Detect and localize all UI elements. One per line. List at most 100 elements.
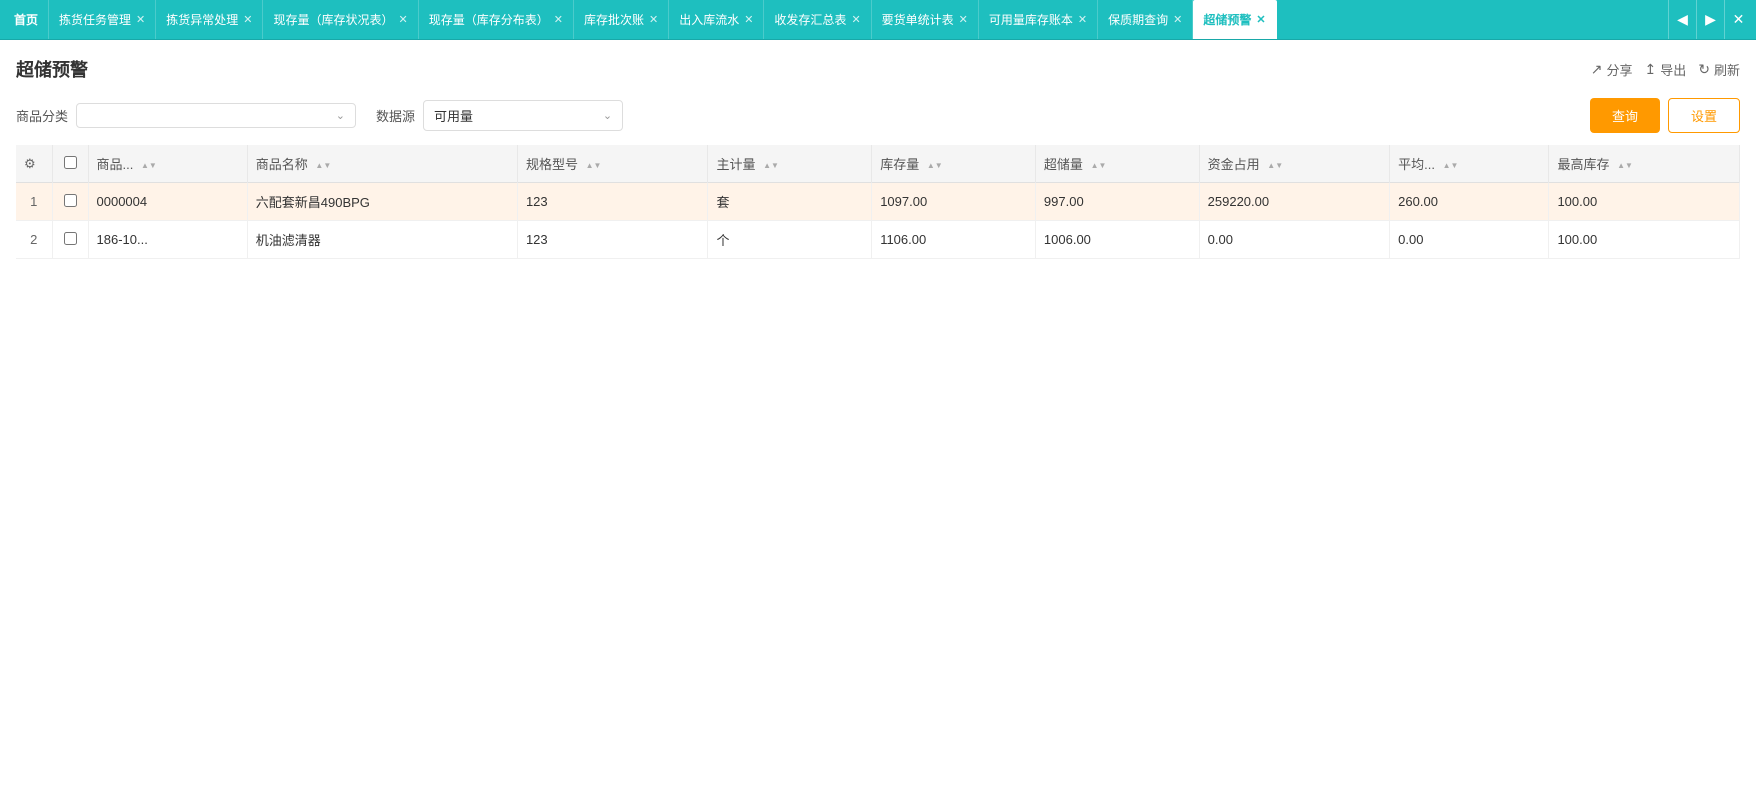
qualityDate-tab-label: 保质期查询 <box>1108 11 1168 28</box>
nav-tab-overStock[interactable]: 超储预警 ✕ <box>1193 0 1276 40</box>
row-capital: 259220.00 <box>1199 183 1390 221</box>
datasource-select[interactable]: 可用量 ⌄ <box>423 100 623 131</box>
row-capital: 0.00 <box>1199 221 1390 259</box>
home-tab-label: 首页 <box>14 11 38 28</box>
col-spec: 规格型号 ▲▼ <box>517 145 708 183</box>
export-button[interactable]: ↥ 导出 <box>1645 60 1687 79</box>
nav-tab-lhTask[interactable]: 拣货任务管理 ✕ <box>49 0 156 40</box>
inventoryStatus-close-icon[interactable]: ✕ <box>399 13 408 26</box>
share-icon: ↗ <box>1591 61 1603 78</box>
settings-button[interactable]: 设置 <box>1668 98 1740 133</box>
row-checkbox[interactable] <box>64 232 77 245</box>
nav-tab-inventoryStatus[interactable]: 现存量（库存状况表） ✕ <box>263 0 418 40</box>
page-title: 超储预警 <box>16 56 88 82</box>
col-product-name-sort-icon[interactable]: ▲▼ <box>315 162 331 170</box>
lhAbnormal-close-icon[interactable]: ✕ <box>243 13 252 26</box>
product-category-label: 商品分类 <box>16 106 68 125</box>
refresh-icon: ↻ <box>1698 61 1710 78</box>
overStock-tab-label: 超储预警 <box>1203 11 1251 28</box>
row-checkbox-cell <box>52 183 88 221</box>
nav-prev-button[interactable]: ◀ <box>1668 0 1696 40</box>
col-inventory-sort-icon[interactable]: ▲▼ <box>927 162 943 170</box>
col-inventory-label: 库存量 <box>880 157 919 172</box>
filter-row: 商品分类 ⌄ 数据源 可用量 ⌄ 查询 设置 <box>16 98 1740 133</box>
page-header: 超储预警 ↗ 分享 ↥ 导出 ↻ 刷新 <box>16 56 1740 82</box>
row-overstock: 1006.00 <box>1035 221 1199 259</box>
col-product-name-label: 商品名称 <box>256 157 308 172</box>
nav-tab-recvSend[interactable]: 收发存汇总表 ✕ <box>764 0 871 40</box>
col-product-code: 商品... ▲▼ <box>88 145 247 183</box>
nav-tab-availQty[interactable]: 可用量库存账本 ✕ <box>979 0 1098 40</box>
select-all-checkbox[interactable] <box>64 156 77 169</box>
table-body: 1 0000004 六配套新昌490BPG 123 套 1097.00 997.… <box>16 183 1740 259</box>
inventoryDist-close-icon[interactable]: ✕ <box>554 13 563 26</box>
nav-tab-home[interactable]: 首页 <box>4 0 49 40</box>
col-max-inventory-sort-icon[interactable]: ▲▼ <box>1617 162 1633 170</box>
col-product-name: 商品名称 ▲▼ <box>247 145 517 183</box>
datasource-value: 可用量 <box>434 106 473 125</box>
ioFlow-close-icon[interactable]: ✕ <box>744 13 753 26</box>
col-gear: ⚙ <box>16 145 52 183</box>
row-checkbox[interactable] <box>64 194 77 207</box>
row-unit: 个 <box>708 221 872 259</box>
row-product-code: 186-10... <box>88 221 247 259</box>
row-number: 1 <box>16 183 52 221</box>
top-nav: 首页 拣货任务管理 ✕ 拣货异常处理 ✕ 现存量（库存状况表） ✕ 现存量（库存… <box>0 0 1756 40</box>
lhTask-tab-label: 拣货任务管理 <box>59 11 131 28</box>
col-spec-sort-icon[interactable]: ▲▼ <box>586 162 602 170</box>
col-capital: 资金占用 ▲▼ <box>1199 145 1390 183</box>
col-overstock-sort-icon[interactable]: ▲▼ <box>1091 162 1107 170</box>
nav-next-button[interactable]: ▶ <box>1696 0 1724 40</box>
col-inventory: 库存量 ▲▼ <box>872 145 1036 183</box>
col-capital-sort-icon[interactable]: ▲▼ <box>1267 162 1283 170</box>
lhTask-close-icon[interactable]: ✕ <box>136 13 145 26</box>
filter-buttons: 查询 设置 <box>1590 98 1740 133</box>
refresh-label: 刷新 <box>1714 60 1740 79</box>
share-label: 分享 <box>1606 60 1632 79</box>
datasource-filter: 数据源 可用量 ⌄ <box>376 100 623 131</box>
nav-tab-qualityDate[interactable]: 保质期查询 ✕ <box>1098 0 1193 40</box>
refresh-button[interactable]: ↻ 刷新 <box>1698 60 1740 79</box>
orderStat-close-icon[interactable]: ✕ <box>959 13 968 26</box>
col-avg-label: 平均... <box>1398 157 1435 172</box>
col-avg-sort-icon[interactable]: ▲▼ <box>1443 162 1459 170</box>
gear-icon[interactable]: ⚙ <box>24 156 36 171</box>
share-button[interactable]: ↗ 分享 <box>1591 60 1633 79</box>
inventoryDist-tab-label: 现存量（库存分布表） <box>429 11 549 28</box>
col-product-code-sort-icon[interactable]: ▲▼ <box>141 162 157 170</box>
datasource-label: 数据源 <box>376 106 415 125</box>
row-checkbox-cell <box>52 221 88 259</box>
col-unit-sort-icon[interactable]: ▲▼ <box>763 162 779 170</box>
availQty-close-icon[interactable]: ✕ <box>1078 13 1087 26</box>
row-product-code: 0000004 <box>88 183 247 221</box>
inventoryStatus-tab-label: 现存量（库存状况表） <box>273 11 393 28</box>
row-product-name: 六配套新昌490BPG <box>247 183 517 221</box>
query-button[interactable]: 查询 <box>1590 98 1660 133</box>
nav-arrows: ◀ ▶ ✕ <box>1668 0 1752 40</box>
col-max-inventory: 最高库存 ▲▼ <box>1549 145 1740 183</box>
nav-tab-lhAbnormal[interactable]: 拣货异常处理 ✕ <box>156 0 263 40</box>
recvSend-close-icon[interactable]: ✕ <box>851 13 860 26</box>
overStock-close-icon[interactable]: ✕ <box>1256 13 1265 26</box>
nav-tab-orderStat[interactable]: 要货单统计表 ✕ <box>872 0 979 40</box>
row-unit: 套 <box>708 183 872 221</box>
recvSend-tab-label: 收发存汇总表 <box>774 11 846 28</box>
availQty-tab-label: 可用量库存账本 <box>989 11 1073 28</box>
data-table: ⚙ 商品... ▲▼ 商品名称 ▲▼ 规格型号 ▲▼ 主计 <box>16 145 1740 259</box>
qualityDate-close-icon[interactable]: ✕ <box>1173 13 1182 26</box>
nav-tab-inventoryDist[interactable]: 现存量（库存分布表） ✕ <box>419 0 574 40</box>
nav-close-all-button[interactable]: ✕ <box>1724 0 1752 40</box>
col-unit: 主计量 ▲▼ <box>708 145 872 183</box>
export-label: 导出 <box>1660 60 1686 79</box>
export-icon: ↥ <box>1645 61 1657 78</box>
inventoryBatch-tab-label: 库存批次账 <box>584 11 644 28</box>
nav-tab-inventoryBatch[interactable]: 库存批次账 ✕ <box>574 0 669 40</box>
col-overstock: 超储量 ▲▼ <box>1035 145 1199 183</box>
product-category-select[interactable]: ⌄ <box>76 103 356 128</box>
inventoryBatch-close-icon[interactable]: ✕ <box>649 13 658 26</box>
row-max-inventory: 100.00 <box>1549 183 1740 221</box>
header-actions: ↗ 分享 ↥ 导出 ↻ 刷新 <box>1591 60 1740 79</box>
nav-tab-ioFlow[interactable]: 出入库流水 ✕ <box>669 0 764 40</box>
col-product-code-label: 商品... <box>97 157 134 172</box>
row-number: 2 <box>16 221 52 259</box>
